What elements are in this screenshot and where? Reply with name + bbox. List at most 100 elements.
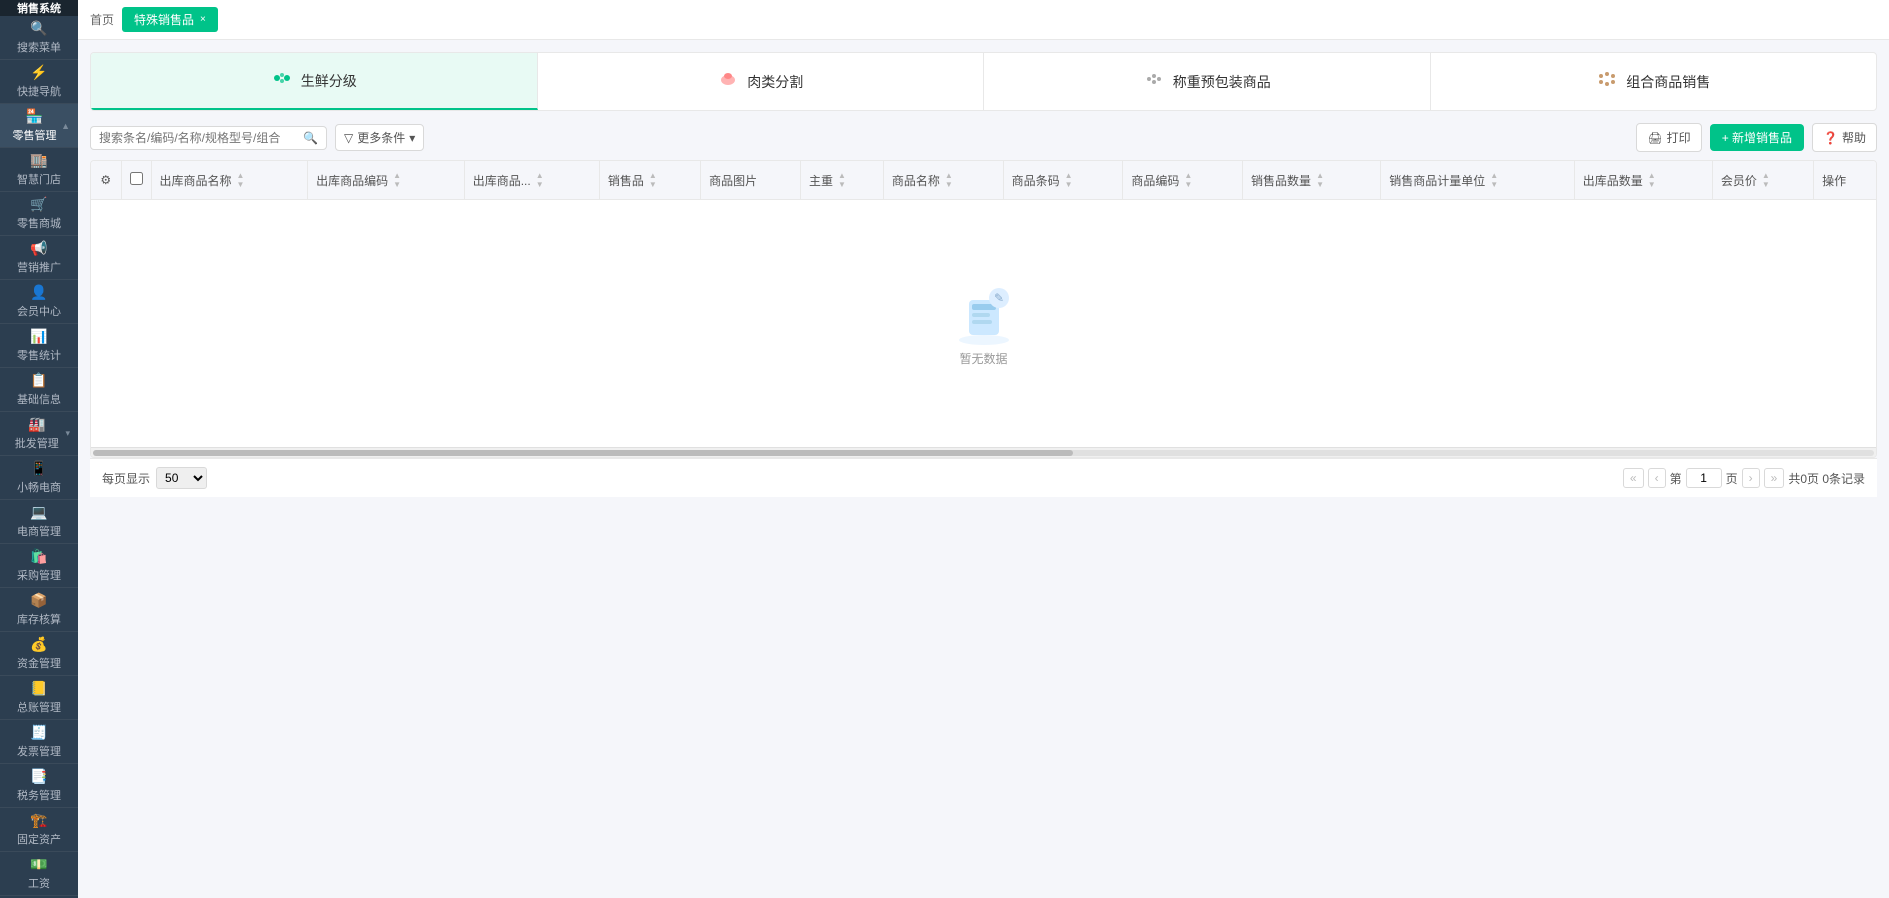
page-size-label: 每页显示 bbox=[102, 470, 150, 487]
pagination-bar: 每页显示 10 20 50 100 « ‹ 第 页 › » 共0页 0条记录 bbox=[90, 458, 1877, 497]
search-menu-icon: 🔍 bbox=[30, 20, 47, 37]
col-checkbox[interactable] bbox=[121, 161, 151, 200]
sidebar-item-wholesale-mgmt[interactable]: 🏭 批发管理 ▾ bbox=[0, 412, 78, 456]
sidebar-item-member-center[interactable]: 👤 会员中心 bbox=[0, 280, 78, 324]
col-out-qty[interactable]: 出库品数量 ▲▼ bbox=[1574, 161, 1712, 200]
col-product-image[interactable]: 商品图片 bbox=[701, 161, 801, 200]
svg-text:✎: ✎ bbox=[994, 291, 1004, 305]
category-tab-fresh-grade[interactable]: 生鲜分级 bbox=[91, 53, 538, 110]
filter-icon: ▽ bbox=[344, 131, 353, 145]
sidebar-item-quick-nav[interactable]: ⚡ 快捷导航 bbox=[0, 60, 78, 104]
ecom-mgmt-icon: 💻 bbox=[30, 504, 47, 521]
category-tab-combo-sales[interactable]: 组合商品销售 bbox=[1431, 53, 1877, 110]
sidebar-item-label: 快捷导航 bbox=[17, 83, 61, 99]
content-area: 生鲜分级 肉类分割 bbox=[78, 40, 1889, 898]
sidebar-item-salary[interactable]: 💵 工资 bbox=[0, 852, 78, 896]
col-member-price[interactable]: 会员价 ▲▼ bbox=[1712, 161, 1813, 200]
col-product-code[interactable]: 商品编码 ▲▼ bbox=[1123, 161, 1243, 200]
category-tab-weigh-prepack[interactable]: 称重预包装商品 bbox=[984, 53, 1431, 110]
close-tab-button[interactable]: × bbox=[200, 14, 206, 25]
col-sales-unit[interactable]: 销售商品计量单位 ▲▼ bbox=[1381, 161, 1574, 200]
sidebar-item-retail-mall[interactable]: 🛒 零售商城 bbox=[0, 192, 78, 236]
prev-page-button[interactable]: ‹ bbox=[1648, 468, 1666, 488]
add-sales-product-button[interactable]: + 新增销售品 bbox=[1710, 124, 1804, 151]
sidebar-item-label: 零售商城 bbox=[17, 215, 61, 231]
col-out-product-name[interactable]: 出库商品名称 ▲▼ bbox=[151, 161, 308, 200]
sidebar-item-sales-promo[interactable]: 📢 营销推广 bbox=[0, 236, 78, 280]
horizontal-scrollbar[interactable] bbox=[91, 447, 1876, 457]
sidebar-item-retail-stats[interactable]: 📊 零售统计 bbox=[0, 324, 78, 368]
sidebar-item-inventory[interactable]: 📦 库存核算 bbox=[0, 588, 78, 632]
sidebar-item-smart-store[interactable]: 🏬 智慧门店 bbox=[0, 148, 78, 192]
sort-icon: ▲▼ bbox=[1065, 171, 1073, 189]
mini-ecom-icon: 📱 bbox=[30, 460, 47, 477]
filter-arrow-icon: ▾ bbox=[409, 131, 415, 145]
sidebar-item-mini-ecom[interactable]: 📱 小畅电商 bbox=[0, 456, 78, 500]
sidebar-item-basic-info-1[interactable]: 📋 基础信息 bbox=[0, 368, 78, 412]
sidebar-item-tax-mgmt[interactable]: 📑 税务管理 bbox=[0, 764, 78, 808]
purchase-mgmt-icon: 🛍️ bbox=[30, 548, 47, 565]
empty-text: 暂无数据 bbox=[959, 350, 1007, 367]
search-input[interactable] bbox=[99, 131, 299, 145]
sidebar-item-label: 电商管理 bbox=[17, 523, 61, 539]
next-page-button[interactable]: › bbox=[1742, 468, 1760, 488]
retail-mall-icon: 🛒 bbox=[30, 196, 47, 213]
meat-cut-label: 肉类分割 bbox=[747, 72, 803, 92]
page-size-select[interactable]: 10 20 50 100 bbox=[156, 467, 207, 489]
sidebar-item-search-menu[interactable]: 🔍 搜索菜单 bbox=[0, 16, 78, 60]
help-button[interactable]: ❓ 帮助 bbox=[1812, 123, 1877, 152]
first-page-button[interactable]: « bbox=[1623, 468, 1644, 488]
category-tabs: 生鲜分级 肉类分割 bbox=[90, 52, 1877, 111]
sort-icon: ▲▼ bbox=[1184, 171, 1192, 189]
col-sales-qty[interactable]: 销售品数量 ▲▼ bbox=[1243, 161, 1381, 200]
filter-button[interactable]: ▽ 更多条件 ▾ bbox=[335, 124, 424, 151]
fresh-grade-icon bbox=[271, 67, 293, 94]
app-logo: 销售系统 bbox=[0, 0, 78, 16]
col-weight[interactable]: 主重 ▲▼ bbox=[800, 161, 883, 200]
active-tab[interactable]: 特殊销售品 × bbox=[122, 7, 218, 32]
sidebar-item-finance[interactable]: 💰 资金管理 bbox=[0, 632, 78, 676]
sidebar-item-ecom-mgmt[interactable]: 💻 电商管理 bbox=[0, 500, 78, 544]
sidebar-item-retail-mgmt[interactable]: 🏪 零售管理 ▲ bbox=[0, 104, 78, 148]
category-tab-meat-cut[interactable]: 肉类分割 bbox=[538, 53, 985, 110]
empty-illustration: ✎ bbox=[944, 280, 1024, 350]
scrollbar-thumb bbox=[93, 450, 1073, 456]
retail-mgmt-icon: 🏪 bbox=[26, 108, 43, 125]
select-all-checkbox[interactable] bbox=[130, 172, 143, 185]
main-area: 首页 特殊销售品 × 生鲜分级 bbox=[78, 0, 1889, 898]
empty-state: ✎ 暂无数据 bbox=[91, 200, 1876, 447]
sidebar-item-fixed-assets[interactable]: 🏗️ 固定资产 bbox=[0, 808, 78, 852]
print-button[interactable]: 🖨 打印 bbox=[1636, 123, 1701, 152]
col-sales-product[interactable]: 销售品 ▲▼ bbox=[599, 161, 700, 200]
col-out-product-code[interactable]: 出库商品编码 ▲▼ bbox=[308, 161, 465, 200]
wholesale-mgmt-icon: 🏭 bbox=[28, 416, 45, 433]
total-text: 共0页 0条记录 bbox=[1788, 470, 1865, 487]
col-product-barcode[interactable]: 商品条码 ▲▼ bbox=[1003, 161, 1123, 200]
col-product-name[interactable]: 商品名称 ▲▼ bbox=[883, 161, 1003, 200]
pagination-right: « ‹ 第 页 › » 共0页 0条记录 bbox=[1623, 468, 1865, 488]
basic-info-1-icon: 📋 bbox=[30, 372, 47, 389]
inventory-icon: 📦 bbox=[30, 592, 47, 609]
sidebar-item-general-ledger[interactable]: 📒 总账管理 bbox=[0, 676, 78, 720]
page-word-before: 第 bbox=[1670, 470, 1682, 487]
meat-cut-icon bbox=[717, 68, 739, 95]
sidebar-item-label: 营销推广 bbox=[17, 259, 61, 275]
sidebar-item-label: 零售管理 bbox=[13, 127, 57, 143]
chevron-down-icon-2: ▾ bbox=[65, 428, 70, 439]
home-tab[interactable]: 首页 bbox=[90, 11, 114, 28]
fixed-assets-icon: 🏗️ bbox=[30, 812, 47, 829]
settings-col-icon: ⚙ bbox=[100, 173, 111, 187]
sidebar-item-invoice-mgmt[interactable]: 🧾 发票管理 bbox=[0, 720, 78, 764]
col-out-product-more[interactable]: 出库商品... ▲▼ bbox=[464, 161, 599, 200]
toolbar: 🔍 ▽ 更多条件 ▾ 🖨 打印 + 新增销售品 ❓ 帮助 bbox=[90, 123, 1877, 152]
page-number-input[interactable] bbox=[1686, 468, 1722, 488]
weigh-prepack-icon bbox=[1143, 68, 1165, 95]
sidebar-item-purchase-mgmt[interactable]: 🛍️ 采购管理 bbox=[0, 544, 78, 588]
print-label: 打印 bbox=[1667, 129, 1691, 146]
sort-icon: ▲▼ bbox=[237, 171, 245, 189]
col-settings[interactable]: ⚙ bbox=[91, 161, 121, 200]
sort-icon: ▲▼ bbox=[945, 171, 953, 189]
salary-icon: 💵 bbox=[30, 856, 47, 873]
sort-icon: ▲▼ bbox=[1316, 171, 1324, 189]
last-page-button[interactable]: » bbox=[1764, 468, 1785, 488]
